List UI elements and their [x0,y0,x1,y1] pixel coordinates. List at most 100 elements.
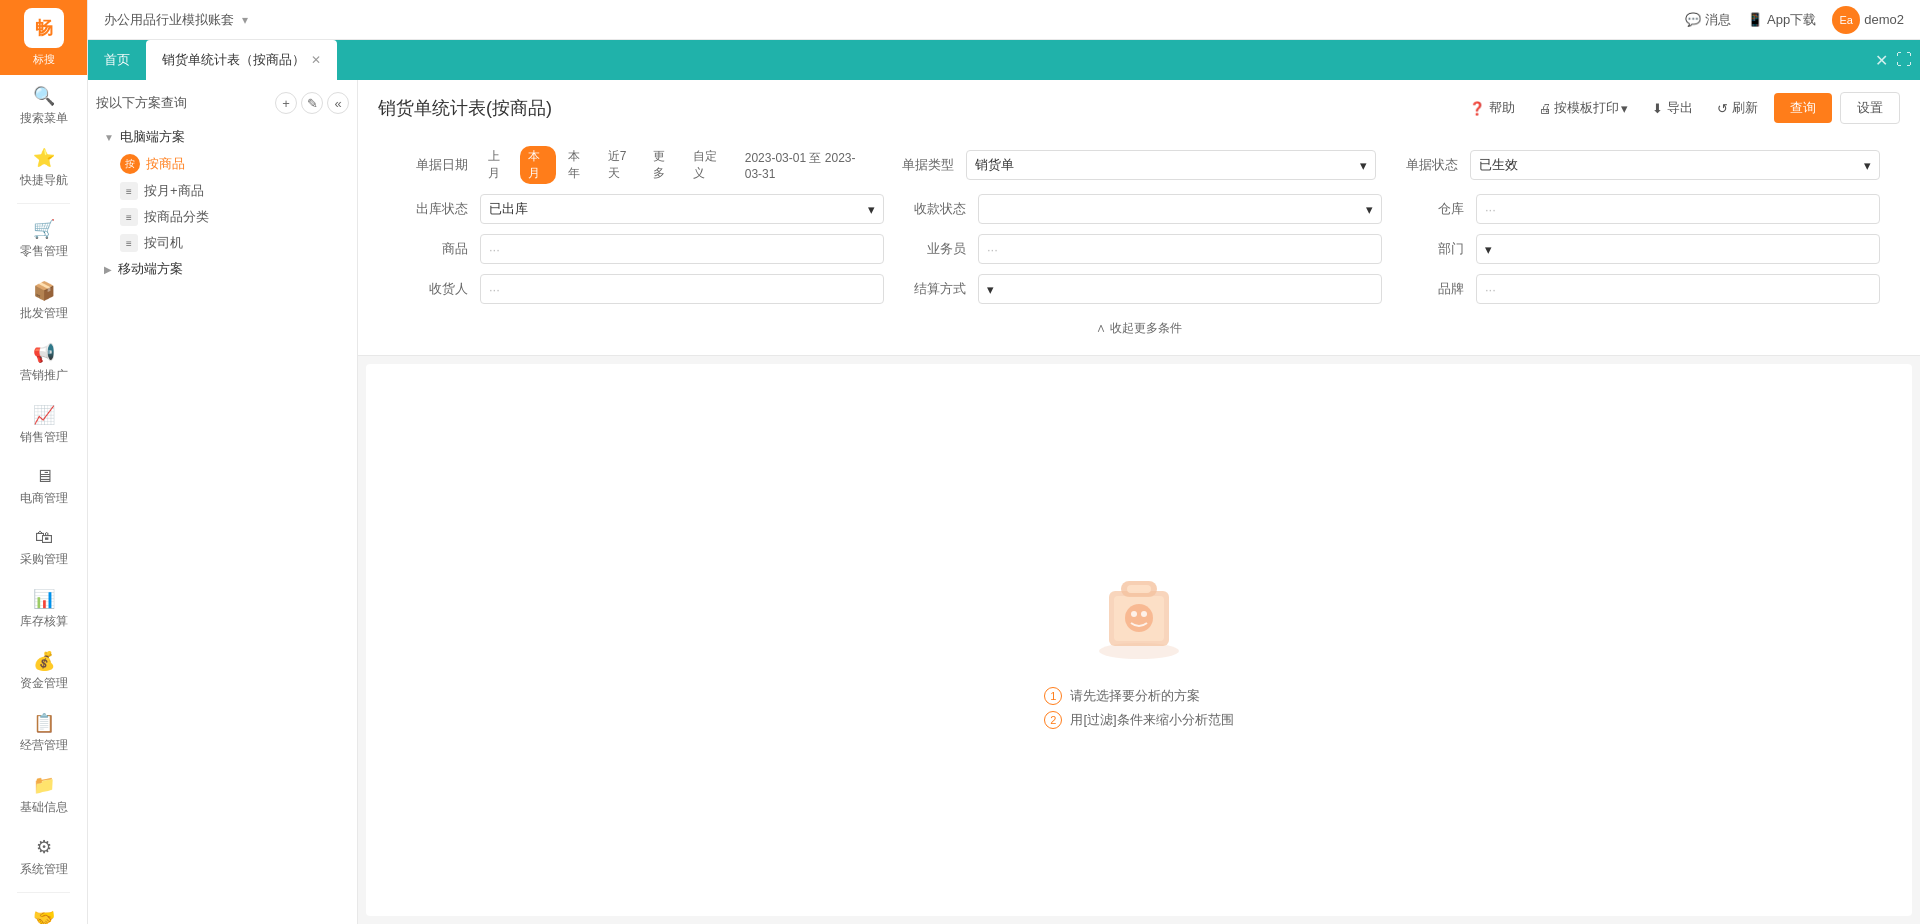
doc-status-select[interactable]: 已生效 ▾ [1470,150,1880,180]
tab-close-icon[interactable]: ✕ [311,53,321,67]
sidebar-item-search[interactable]: 🔍 搜索菜单 [0,75,87,137]
scheme-by-goods[interactable]: 按 按商品 [112,150,349,178]
salesman-select[interactable]: ··· [978,234,1382,264]
date-tab-7days[interactable]: 近7天 [600,146,641,184]
department-select[interactable]: ▾ [1476,234,1880,264]
mobile-scheme-header[interactable]: ▶ 移动端方案 [96,256,349,282]
sidebar-item-label: 销售管理 [20,429,68,446]
scheme-by-category-label: 按商品分类 [144,208,209,226]
add-scheme-button[interactable]: + [275,92,297,114]
sidebar-item-inventory[interactable]: 📊 库存核算 [0,578,87,640]
date-tab-custom[interactable]: 自定义 [685,146,731,184]
warehouse-select[interactable]: ··· [1476,194,1880,224]
help-button[interactable]: ❓ 帮助 [1461,95,1523,121]
scheme-by-driver[interactable]: ≡ 按司机 [112,230,349,256]
app-download-button[interactable]: 📱 App下载 [1747,11,1816,29]
settings-button[interactable]: 设置 [1840,92,1900,124]
pc-scheme-label: 电脑端方案 [120,128,185,146]
sidebar-item-marketing[interactable]: 📢 营销推广 [0,332,87,394]
empty-tip-1: 1 请先选择要分析的方案 [1044,687,1233,705]
content: 按以下方案查询 + ✎ « ▼ 电脑端方案 按 按商品 [88,80,1920,924]
brand-label: 品牌 [1394,280,1464,298]
sidebar-item-system[interactable]: ⚙ 系统管理 [0,826,87,888]
payment-select[interactable]: ▾ [978,194,1382,224]
dots-icon[interactable]: ··· [1485,282,1496,297]
dots-icon[interactable]: ··· [489,242,500,257]
export-button[interactable]: ⬇ 导出 [1644,95,1701,121]
edit-scheme-button[interactable]: ✎ [301,92,323,114]
date-tabs: 上月 本月 本年 近7天 更多 自定义 [480,146,731,184]
sidebar-item-label: 资金管理 [20,675,68,692]
left-panel-title: 按以下方案查询 [96,94,187,112]
left-panel-header: 按以下方案查询 + ✎ « [96,92,349,114]
tab-home[interactable]: 首页 [88,40,146,80]
sidebar-item-operations[interactable]: 📋 经营管理 [0,702,87,764]
filter-row-2: 出库状态 已出库 ▾ 收款状态 ▾ 仓库 ··· [398,194,1880,224]
sidebar-item-label: 零售管理 [20,243,68,260]
date-tab-more[interactable]: 更多 [645,146,681,184]
sidebar-item-sales[interactable]: 📈 销售管理 [0,394,87,456]
message-button[interactable]: 💬 消息 [1685,11,1731,29]
sidebar-item-enterprise[interactable]: 🤝 企业协同 [0,897,87,924]
date-tab-this-month[interactable]: 本月 [520,146,556,184]
svg-point-5 [1141,611,1147,617]
scheme-by-month-goods[interactable]: ≡ 按月+商品 [112,178,349,204]
tab-report[interactable]: 销货单统计表（按商品） ✕ [146,40,337,80]
sidebar-item-label: 库存核算 [20,613,68,630]
date-tab-this-year[interactable]: 本年 [560,146,596,184]
doc-type-select[interactable]: 销货单 ▾ [966,150,1376,180]
refresh-button[interactable]: ↺ 刷新 [1709,95,1766,121]
logo[interactable]: 畅 标搜 [0,0,87,75]
tab-maximize-button[interactable]: ⛶ [1896,51,1912,69]
scheme-icon: ≡ [120,234,138,252]
brand-select[interactable]: ··· [1476,274,1880,304]
dots-icon[interactable]: ··· [489,282,500,297]
payment-label: 收款状态 [896,200,966,218]
dots-icon[interactable]: ··· [1485,202,1496,217]
svg-point-4 [1131,611,1137,617]
user-menu[interactable]: Ea demo2 [1832,6,1904,34]
sidebar-item-label: 采购管理 [20,551,68,568]
message-icon: 💬 [1685,12,1701,27]
date-tab-last-month[interactable]: 上月 [480,146,516,184]
sidebar-item-ecommerce[interactable]: 🖥 电商管理 [0,456,87,517]
sidebar-item-wholesale[interactable]: 📦 批发管理 [0,270,87,332]
doc-status-value: 已生效 [1479,156,1518,174]
sidebar-item-finance[interactable]: 💰 资金管理 [0,640,87,702]
sidebar-item-basic[interactable]: 📁 基础信息 [0,764,87,826]
department-label: 部门 [1394,240,1464,258]
date-filter-control: 上月 本月 本年 近7天 更多 自定义 2023-03-01 至 2023-03… [480,146,872,184]
pc-scheme-header[interactable]: ▼ 电脑端方案 [96,124,349,150]
empty-tips: 1 请先选择要分析的方案 2 用[过滤]条件来缩小分析范围 [1044,687,1233,729]
logo-icon: 畅 [24,8,64,48]
page-title-row: 销货单统计表(按商品) ❓ 帮助 🖨 按模板打印 ▾ ⬇ [378,92,1900,124]
sales-icon: 📈 [33,404,55,426]
tab-close-button[interactable]: ✕ [1875,51,1888,70]
topbar-arrow[interactable]: ▾ [242,13,248,27]
collapse-panel-button[interactable]: « [327,92,349,114]
topbar: 办公用品行业模拟账套 ▾ 💬 消息 📱 App下载 Ea demo2 [88,0,1920,40]
delivery-select[interactable]: 已出库 ▾ [480,194,884,224]
sidebar-item-quicknav[interactable]: ⭐ 快捷导航 [0,137,87,199]
goods-select[interactable]: ··· [480,234,884,264]
logo-text: 标搜 [33,52,55,67]
enterprise-icon: 🤝 [33,907,55,924]
filter-row-3: 商品 ··· 业务员 ··· 部门 ▾ [398,234,1880,264]
chevron-down-icon: ▾ [868,202,875,217]
sidebar-item-retail[interactable]: 🛒 零售管理 [0,208,87,270]
svg-point-3 [1125,604,1153,632]
dots-icon[interactable]: ··· [987,242,998,257]
left-panel: 按以下方案查询 + ✎ « ▼ 电脑端方案 按 按商品 [88,80,358,924]
settlement-select[interactable]: ▾ [978,274,1382,304]
operations-icon: 📋 [33,712,55,734]
receiver-select[interactable]: ··· [480,274,884,304]
sidebar-item-label: 经营管理 [20,737,68,754]
sidebar-item-purchase[interactable]: 🛍 采购管理 [0,517,87,578]
avatar: Ea [1832,6,1860,34]
query-button[interactable]: 查询 [1774,93,1832,123]
print-template-button[interactable]: 🖨 按模板打印 ▾ [1531,95,1636,121]
doc-type-value: 销货单 [975,156,1014,174]
chevron-down-icon: ▾ [987,282,994,297]
scheme-by-category[interactable]: ≡ 按商品分类 [112,204,349,230]
collapse-filters-button[interactable]: ∧ 收起更多条件 [398,314,1880,343]
